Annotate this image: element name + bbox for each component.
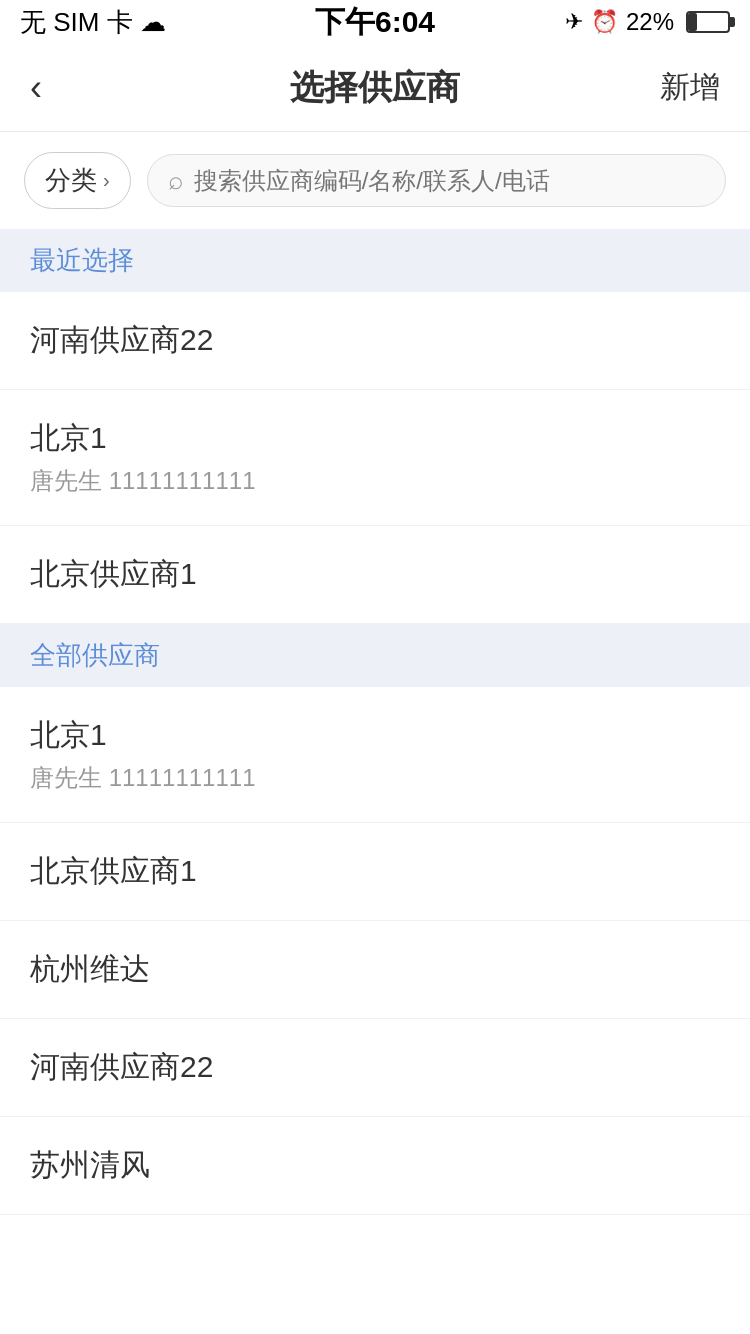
search-input[interactable] — [194, 167, 705, 195]
location-icon: ✈ — [565, 9, 583, 35]
search-bar: 分类 › ⌕ — [0, 132, 750, 229]
list-item[interactable]: 杭州维达 — [0, 921, 750, 1019]
item-name: 北京1 — [30, 418, 720, 459]
recent-section-label: 最近选择 — [30, 245, 134, 275]
list-item[interactable]: 河南供应商22 — [0, 292, 750, 390]
item-name: 北京供应商1 — [30, 554, 720, 595]
back-button[interactable]: ‹ — [30, 67, 90, 109]
list-item[interactable]: 河南供应商22 — [0, 1019, 750, 1117]
list-item[interactable]: 北京1 唐先生 11111111111 — [0, 687, 750, 823]
category-label: 分类 — [45, 163, 97, 198]
item-name: 北京1 — [30, 715, 720, 756]
chevron-icon: › — [103, 169, 110, 192]
alarm-icon: ⏰ — [591, 9, 618, 35]
all-section-header: 全部供应商 — [0, 624, 750, 687]
status-right: ✈ ⏰ 22% — [565, 8, 730, 36]
sim-text: 无 SIM 卡 ☁ — [20, 5, 166, 40]
recent-list: 河南供应商22 北京1 唐先生 11111111111 北京供应商1 — [0, 292, 750, 624]
page-title: 选择供应商 — [290, 65, 460, 111]
list-item[interactable]: 北京1 唐先生 11111111111 — [0, 390, 750, 526]
item-name: 河南供应商22 — [30, 320, 720, 361]
list-item[interactable]: 苏州清风 — [0, 1117, 750, 1215]
search-icon: ⌕ — [168, 165, 184, 196]
item-name: 苏州清风 — [30, 1145, 720, 1186]
item-name: 北京供应商1 — [30, 851, 720, 892]
category-button[interactable]: 分类 › — [24, 152, 131, 209]
item-name: 河南供应商22 — [30, 1047, 720, 1088]
nav-bar: ‹ 选择供应商 新增 — [0, 44, 750, 132]
all-list: 北京1 唐先生 11111111111 北京供应商1 杭州维达河南供应商22 苏州清风 — [0, 687, 750, 1215]
status-left: 无 SIM 卡 ☁ — [20, 5, 166, 40]
list-item[interactable]: 北京供应商1 — [0, 526, 750, 624]
item-sub: 唐先生 11111111111 — [30, 465, 720, 497]
add-button[interactable]: 新增 — [660, 67, 720, 108]
status-bar: 无 SIM 卡 ☁ 下午6:04 ✈ ⏰ 22% — [0, 0, 750, 44]
item-sub: 唐先生 11111111111 — [30, 762, 720, 794]
status-time: 下午6:04 — [315, 2, 435, 43]
battery-icon — [686, 11, 730, 33]
battery-percent: 22% — [626, 8, 674, 36]
list-item[interactable]: 北京供应商1 — [0, 823, 750, 921]
item-name: 杭州维达 — [30, 949, 720, 990]
recent-section-header: 最近选择 — [0, 229, 750, 292]
search-input-wrap: ⌕ — [147, 154, 726, 207]
all-section-label: 全部供应商 — [30, 640, 160, 670]
